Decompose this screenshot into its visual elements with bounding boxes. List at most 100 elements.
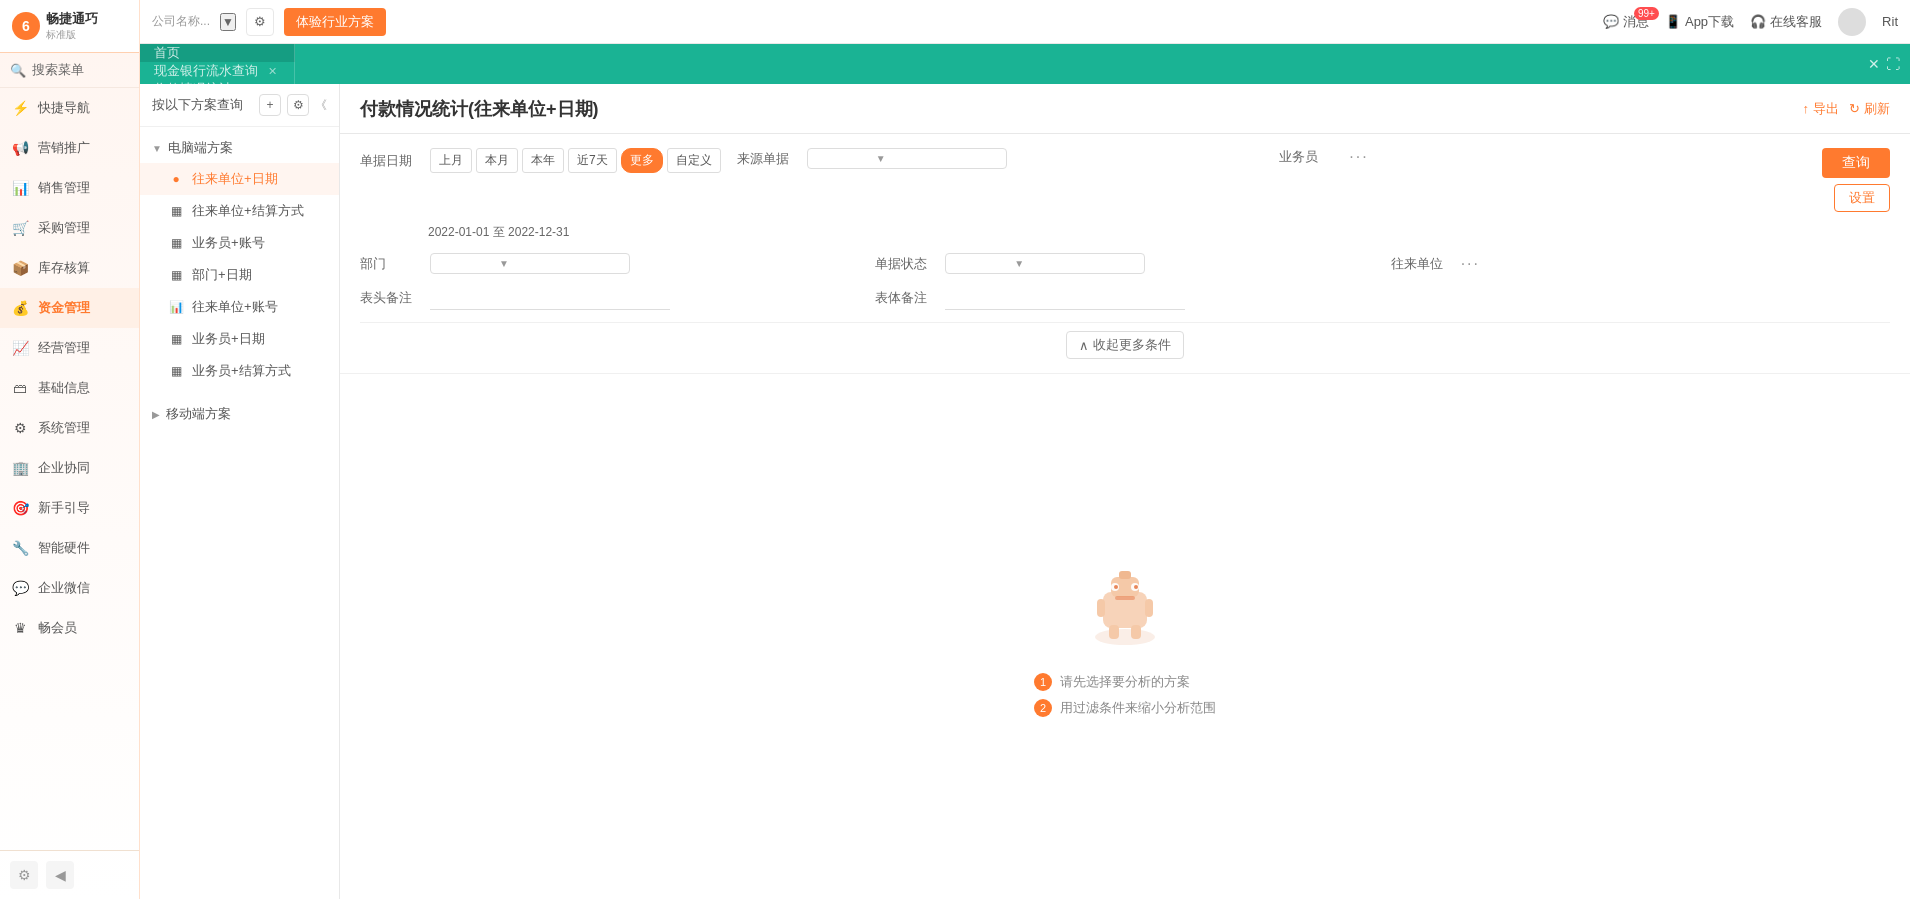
sidebar-icon-enterprise: 🏢: [10, 458, 30, 478]
sidebar-label-system: 系统管理: [38, 419, 90, 437]
body-note-label: 表体备注: [875, 289, 935, 307]
empty-illustration: [1075, 557, 1175, 657]
date-btn-自定义[interactable]: 自定义: [667, 148, 721, 173]
close-all-tabs-icon[interactable]: ✕: [1868, 56, 1880, 72]
header-right: 💬 消息 99+ 📱 App下载 🎧 在线客服 Rit: [1603, 8, 1898, 36]
schema-item-staff-date[interactable]: ▦业务员+日期: [140, 323, 339, 355]
tab-home[interactable]: 首页: [140, 44, 295, 62]
header-settings-btn[interactable]: ⚙: [246, 8, 274, 36]
body-note-input[interactable]: [945, 286, 1185, 310]
collapse-more-btn[interactable]: ∧ 收起更多条件: [1066, 331, 1184, 359]
logo-icon: 6: [12, 12, 40, 40]
page-title-actions: ↑ 导出 ↻ 刷新: [1803, 100, 1891, 118]
sidebar-item-marketing[interactable]: 📢营销推广: [0, 128, 139, 168]
sidebar-label-capital: 资金管理: [38, 299, 90, 317]
tab-receipt-stats[interactable]: 收款情况统计 ✕: [140, 80, 295, 84]
sidebar-item-wechat[interactable]: 💬企业微信: [0, 568, 139, 608]
query-btn[interactable]: 查询: [1822, 148, 1890, 178]
add-schema-btn[interactable]: +: [259, 94, 281, 116]
date-range-display: 2022-01-01 至 2022-12-31: [428, 225, 569, 239]
sidebar-label-sales: 销售管理: [38, 179, 90, 197]
date-btn-更多[interactable]: 更多: [621, 148, 663, 173]
sidebar-item-quick-nav[interactable]: ⚡快捷导航: [0, 88, 139, 128]
header-breadcrumb: 公司名称...: [152, 13, 210, 30]
sidebar-icon-purchase: 🛒: [10, 218, 30, 238]
svg-point-0: [1095, 629, 1155, 645]
date-btn-上月[interactable]: 上月: [430, 148, 472, 173]
schema-sections: ▼电脑端方案●往来单位+日期▦往来单位+结算方式▦业务员+账号▦部门+日期📊往来…: [140, 127, 339, 435]
doc-status-select[interactable]: ▼: [945, 253, 1145, 274]
sidebar-item-inventory[interactable]: 📦库存核算: [0, 248, 139, 288]
date-label: 单据日期: [360, 152, 420, 170]
tab-label-receipt-stats: 收款情况统计: [154, 80, 232, 84]
sidebar-label-newbie: 新手引导: [38, 499, 90, 517]
dept-select[interactable]: ▼: [430, 253, 630, 274]
tip-text-2: 用过滤条件来缩小分析范围: [1060, 699, 1216, 717]
date-btn-近7天[interactable]: 近7天: [568, 148, 617, 173]
company-dropdown-btn[interactable]: ▼: [220, 13, 236, 31]
schema-item-staff-account[interactable]: ▦业务员+账号: [140, 227, 339, 259]
tab-close-bank-flow[interactable]: ✕: [264, 63, 280, 79]
source-select[interactable]: ▼: [807, 148, 1007, 169]
schema-item-label-partner-date: 往来单位+日期: [192, 170, 278, 188]
schema-item-label-staff-account: 业务员+账号: [192, 234, 265, 252]
sidebar-item-operations[interactable]: 📈经营管理: [0, 328, 139, 368]
online-service-btn[interactable]: 🎧 在线客服: [1750, 13, 1822, 31]
app-download-btn[interactable]: 📱 App下载: [1665, 13, 1734, 31]
schema-item-staff-settle[interactable]: ▦业务员+结算方式: [140, 355, 339, 387]
trial-btn[interactable]: 体验行业方案: [284, 8, 386, 36]
sidebar: 6 畅捷通巧 标准版 🔍 搜索菜单 ⚡快捷导航📢营销推广📊销售管理🛒采购管理📦库…: [0, 0, 140, 899]
sidebar-item-vip[interactable]: ♛畅会员: [0, 608, 139, 648]
collapse-more-label: 收起更多条件: [1093, 336, 1171, 354]
schema-item-icon-partner-account: 📊: [168, 299, 184, 315]
tab-close-receipt-stats[interactable]: ✕: [238, 81, 254, 84]
svg-point-6: [1114, 585, 1118, 589]
schema-item-icon-partner-settle: ▦: [168, 203, 184, 219]
sidebar-item-system[interactable]: ⚙系统管理: [0, 408, 139, 448]
header-note-input[interactable]: [430, 286, 670, 310]
panel-collapse-btn[interactable]: 《: [315, 97, 327, 114]
tab-bank-flow[interactable]: 现金银行流水查询✕: [140, 62, 295, 80]
sidebar-item-enterprise[interactable]: 🏢企业协同: [0, 448, 139, 488]
left-panel-actions: + ⚙ 《: [259, 94, 327, 116]
schema-section-title-mobile[interactable]: ▶移动端方案: [140, 399, 339, 429]
sidebar-item-capital[interactable]: 💰资金管理: [0, 288, 139, 328]
sidebar-label-basic: 基础信息: [38, 379, 90, 397]
schema-item-partner-date[interactable]: ●往来单位+日期: [140, 163, 339, 195]
schema-item-partner-account[interactable]: 📊往来单位+账号: [140, 291, 339, 323]
sidebar-nav: ⚡快捷导航📢营销推广📊销售管理🛒采购管理📦库存核算💰资金管理📈经营管理🗃基础信息…: [0, 88, 139, 648]
sidebar-item-hardware[interactable]: 🔧智能硬件: [0, 528, 139, 568]
schema-item-dept-date[interactable]: ▦部门+日期: [140, 259, 339, 291]
date-btn-本月[interactable]: 本月: [476, 148, 518, 173]
svg-rect-3: [1119, 571, 1131, 579]
sidebar-item-sales[interactable]: 📊销售管理: [0, 168, 139, 208]
expand-icon[interactable]: ⛶: [1886, 56, 1900, 72]
schema-settings-btn[interactable]: ⚙: [287, 94, 309, 116]
sidebar-icon-hardware: 🔧: [10, 538, 30, 558]
sidebar-label-inventory: 库存核算: [38, 259, 90, 277]
date-btn-本年[interactable]: 本年: [522, 148, 564, 173]
section-label-mobile: 移动端方案: [166, 405, 231, 423]
sidebar-footer: ⚙ ◀: [0, 850, 139, 899]
refresh-btn[interactable]: ↻ 刷新: [1849, 100, 1890, 118]
partner-select[interactable]: ···: [1461, 255, 1480, 273]
svg-point-7: [1134, 585, 1138, 589]
filter-settings-btn[interactable]: 设置: [1834, 184, 1890, 212]
salesman-select[interactable]: ···: [1349, 148, 1368, 166]
schema-item-label-staff-date: 业务员+日期: [192, 330, 265, 348]
footer-collapse-icon[interactable]: ◀: [46, 861, 74, 889]
user-avatar[interactable]: [1838, 8, 1866, 36]
notification-btn[interactable]: 💬 消息 99+: [1603, 13, 1649, 31]
sidebar-item-purchase[interactable]: 🛒采购管理: [0, 208, 139, 248]
sidebar-item-newbie[interactable]: 🎯新手引导: [0, 488, 139, 528]
svg-rect-12: [1131, 625, 1141, 639]
search-menu[interactable]: 🔍 搜索菜单: [0, 53, 139, 88]
sidebar-item-basic[interactable]: 🗃基础信息: [0, 368, 139, 408]
schema-section-title-desktop[interactable]: ▼电脑端方案: [140, 133, 339, 163]
export-btn[interactable]: ↑ 导出: [1803, 100, 1840, 118]
export-label: 导出: [1813, 100, 1839, 118]
schema-item-partner-settle[interactable]: ▦往来单位+结算方式: [140, 195, 339, 227]
footer-settings-icon[interactable]: ⚙: [10, 861, 38, 889]
doc-status-select-arrow: ▼: [1014, 258, 1024, 269]
collapse-more-icon: ∧: [1079, 338, 1089, 353]
